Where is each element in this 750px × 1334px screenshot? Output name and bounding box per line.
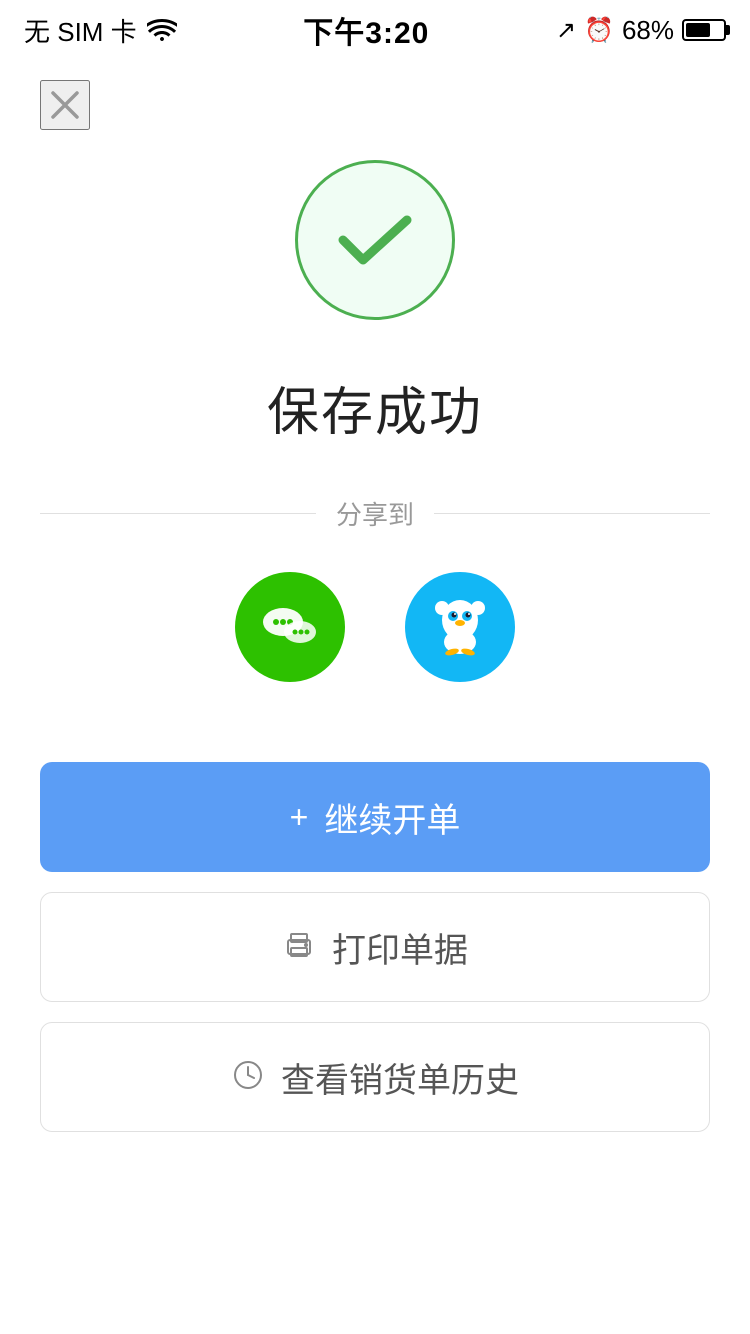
plus-icon: + bbox=[290, 801, 309, 833]
divider-right bbox=[434, 513, 710, 514]
alarm-icon: ⏰ bbox=[584, 16, 614, 45]
divider-left bbox=[40, 513, 316, 514]
success-title: 保存成功 bbox=[267, 370, 483, 445]
print-button[interactable]: 打印单据 bbox=[40, 892, 710, 1002]
history-icon bbox=[231, 1058, 265, 1097]
print-label: 打印单据 bbox=[332, 923, 468, 972]
history-label: 查看销货单历史 bbox=[281, 1053, 519, 1102]
status-bar: 无 SIM 卡 下午3:20 ↗ ⏰ 68% bbox=[0, 0, 750, 60]
location-icon: ↗ bbox=[556, 16, 576, 45]
share-label: 分享到 bbox=[336, 495, 414, 532]
share-divider-row: 分享到 bbox=[40, 495, 710, 532]
print-icon bbox=[282, 928, 316, 967]
view-history-button[interactable]: 查看销货单历史 bbox=[40, 1022, 710, 1132]
battery-percent: 68% bbox=[622, 15, 674, 46]
no-sim-text: 无 SIM 卡 bbox=[24, 12, 137, 49]
action-buttons: + 继续开单 打印单据 bbox=[40, 762, 710, 1132]
wechat-icon bbox=[258, 600, 323, 655]
status-right: ↗ ⏰ 68% bbox=[556, 15, 726, 46]
status-left: 无 SIM 卡 bbox=[24, 12, 177, 49]
share-wechat-button[interactable] bbox=[235, 572, 345, 682]
status-time: 下午3:20 bbox=[303, 8, 429, 52]
success-icon-container bbox=[295, 160, 455, 320]
share-qq-button[interactable] bbox=[405, 572, 515, 682]
share-section: 分享到 bbox=[40, 495, 710, 682]
close-button[interactable] bbox=[40, 80, 90, 130]
success-checkmark-icon bbox=[335, 210, 415, 270]
wechat-icon-circle bbox=[235, 572, 345, 682]
continue-order-label: 继续开单 bbox=[324, 793, 460, 842]
qq-icon bbox=[428, 592, 493, 662]
main-content: 保存成功 分享到 bbox=[0, 60, 750, 1334]
wifi-icon bbox=[147, 18, 177, 42]
battery-icon bbox=[682, 19, 726, 41]
continue-order-button[interactable]: + 继续开单 bbox=[40, 762, 710, 872]
qq-icon-circle bbox=[405, 572, 515, 682]
share-icons-row bbox=[235, 572, 515, 682]
